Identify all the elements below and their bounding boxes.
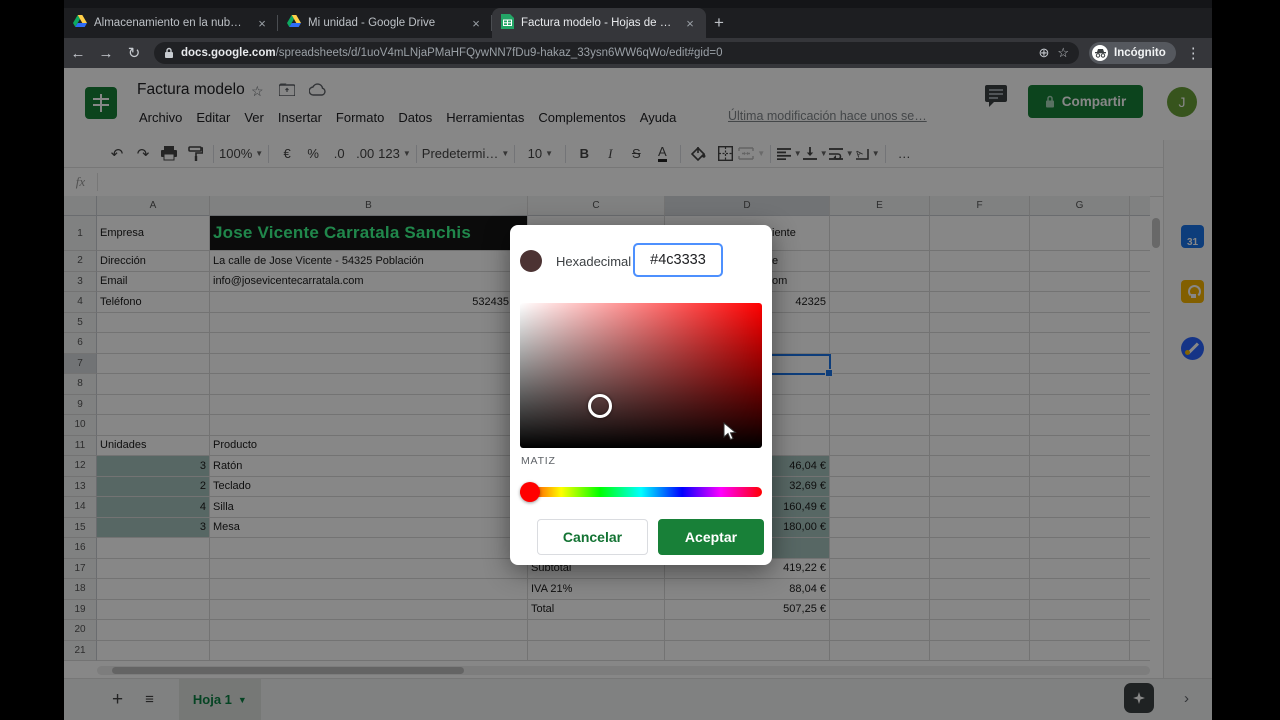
color-swatch [520, 250, 542, 272]
forward-button[interactable]: → [92, 45, 120, 62]
tab-close-icon[interactable]: × [683, 16, 697, 31]
hue-slider-knob[interactable] [520, 482, 540, 502]
tab-strip: Almacenamiento en la nube pa × Mi unidad… [64, 8, 1212, 38]
color-picker-dialog: Hexadecimal MATIZ Cancelar Aceptar [510, 225, 772, 565]
browser-tab-1[interactable]: Mi unidad - Google Drive × [278, 8, 492, 38]
tab-close-icon[interactable]: × [469, 16, 483, 31]
new-tab-button[interactable]: + [706, 10, 732, 36]
hue-slider[interactable] [520, 482, 762, 502]
mouse-cursor [723, 422, 737, 441]
sheets-favicon-icon [501, 14, 514, 32]
incognito-badge: Incógnito [1089, 42, 1176, 64]
cancel-button[interactable]: Cancelar [537, 519, 648, 555]
tab-close-icon[interactable]: × [255, 16, 269, 31]
back-button[interactable]: ← [64, 45, 92, 62]
drive-favicon-icon [73, 15, 87, 31]
hex-label: Hexadecimal [556, 254, 632, 269]
window-frame [64, 0, 1212, 8]
bookmark-star-icon[interactable]: ☆ [1057, 45, 1069, 61]
url-path: /spreadsheets/d/1uoV4mLNjaPMaHFQywNN7fDu… [275, 47, 723, 59]
reload-button[interactable]: ↻ [120, 44, 148, 62]
accept-button[interactable]: Aceptar [658, 519, 764, 555]
hex-input[interactable] [633, 243, 723, 277]
color-picker-ring[interactable] [588, 394, 612, 418]
zoom-page-icon[interactable]: ⊕ [1038, 45, 1049, 61]
browser-tab-2[interactable]: Factura modelo - Hojas de cálc × [492, 8, 706, 38]
address-field[interactable]: docs.google.com/spreadsheets/d/1uoV4mLNj… [154, 42, 1079, 64]
url-bar: ← → ↻ docs.google.com/spreadsheets/d/1uo… [64, 38, 1212, 68]
browser-menu-icon[interactable]: ⋮ [1186, 44, 1201, 62]
browser-window: Almacenamiento en la nube pa × Mi unidad… [64, 0, 1212, 720]
url-domain: docs.google.com [181, 47, 276, 59]
lock-icon [165, 47, 173, 58]
hue-label: MATIZ [521, 455, 556, 467]
drive-favicon-icon [287, 15, 301, 31]
incognito-icon [1092, 45, 1108, 61]
browser-tab-0[interactable]: Almacenamiento en la nube pa × [64, 8, 278, 38]
